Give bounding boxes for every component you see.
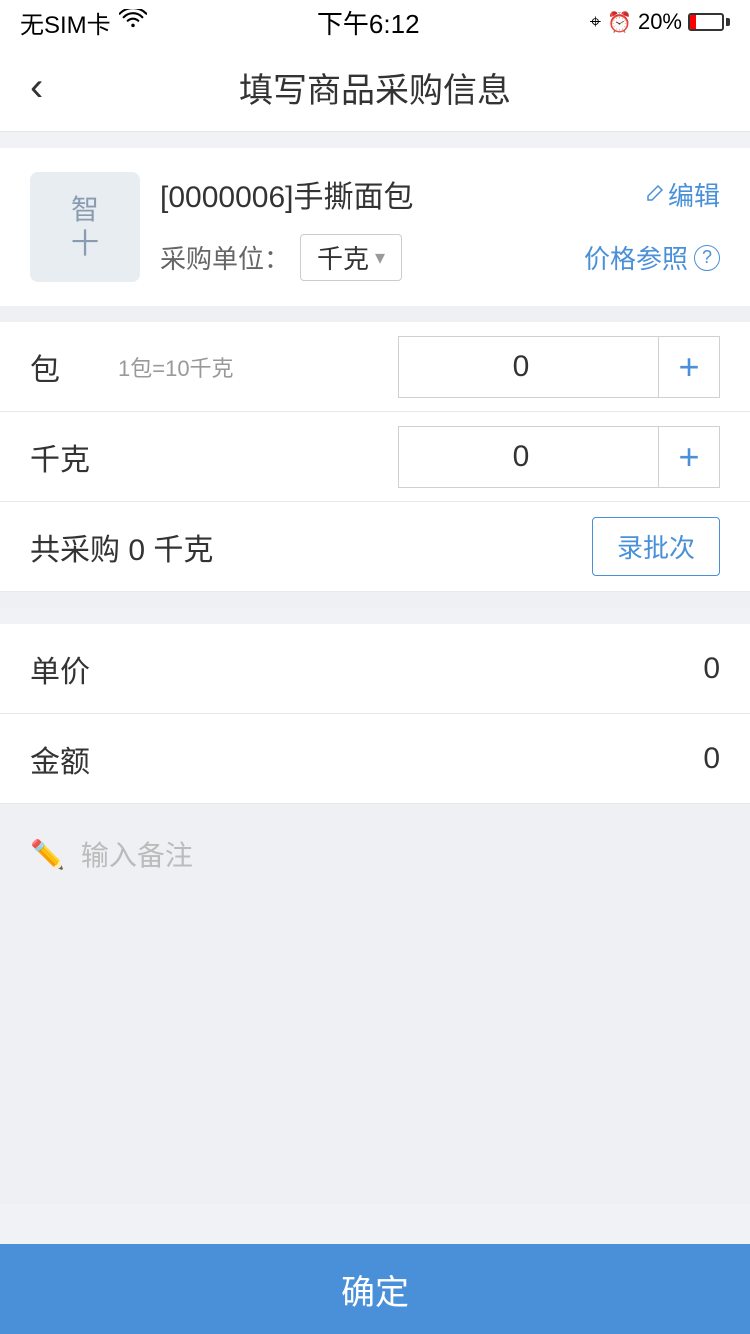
battery-icon xyxy=(688,13,730,31)
location-icon: ⌖ xyxy=(590,11,601,34)
input-section: 包 1包=10千克 + 千克 + 共采购 0 千克 录批次 xyxy=(0,322,750,592)
kg-row: 千克 + xyxy=(0,412,750,502)
status-bar-time: 下午6:12 xyxy=(317,4,420,41)
wifi-icon xyxy=(119,8,147,36)
remark-placeholder: 输入备注 xyxy=(81,834,193,874)
content-filler xyxy=(0,904,750,1204)
section-divider-1 xyxy=(0,306,750,322)
amount-row: 金额 0 xyxy=(0,714,750,804)
bao-input[interactable] xyxy=(398,336,658,398)
unit-price-label: 单价 xyxy=(30,647,90,691)
unit-label: 采购单位： xyxy=(160,239,290,276)
bao-sublabel: 1包=10千克 xyxy=(118,351,234,383)
amount-label: 金额 xyxy=(30,737,90,781)
bao-input-group: + xyxy=(398,336,720,398)
carrier-text: 无SIM卡 xyxy=(20,5,111,40)
summary-row: 共采购 0 千克 录批次 xyxy=(0,502,750,592)
batch-button[interactable]: 录批次 xyxy=(592,517,720,576)
product-logo: 智 十 xyxy=(71,193,99,260)
confirm-button[interactable]: 确定 xyxy=(0,1244,750,1334)
price-section: 单价 0 金额 0 xyxy=(0,624,750,804)
price-ref-button[interactable]: 价格参照 ? xyxy=(584,239,720,276)
back-button[interactable]: ‹ xyxy=(30,65,90,110)
product-info: [0000006]手撕面包 编辑 采购单位： 千克 ▾ 价格参照 ? xyxy=(160,172,720,281)
section-divider-2 xyxy=(0,592,750,608)
kg-plus-button[interactable]: + xyxy=(658,426,720,488)
pencil-icon: ✏️ xyxy=(30,838,65,871)
remark-section[interactable]: ✏️ 输入备注 xyxy=(0,804,750,904)
nav-bar: ‹ 填写商品采购信息 xyxy=(0,44,750,132)
alarm-icon: ⏰ xyxy=(607,10,632,35)
status-bar-right: ⌖ ⏰ 20% xyxy=(590,9,730,35)
page-title: 填写商品采购信息 xyxy=(239,63,511,112)
product-name: [0000006]手撕面包 xyxy=(160,172,413,216)
summary-text: 共采购 0 千克 xyxy=(30,525,213,569)
unit-price-value: 0 xyxy=(703,652,720,686)
bao-row: 包 1包=10千克 + xyxy=(0,322,750,412)
product-card: 智 十 [0000006]手撕面包 编辑 采购单位： 千克 ▾ 价格参照 xyxy=(0,148,750,306)
chevron-down-icon: ▾ xyxy=(375,245,385,270)
amount-value: 0 xyxy=(703,742,720,776)
kg-input-group: + xyxy=(398,426,720,488)
info-icon: ? xyxy=(694,245,720,271)
bao-plus-button[interactable]: + xyxy=(658,336,720,398)
unit-price-row: 单价 0 xyxy=(0,624,750,714)
status-bar-left: 无SIM卡 xyxy=(20,5,147,40)
product-thumbnail: 智 十 xyxy=(30,172,140,282)
battery-percent: 20% xyxy=(638,9,682,35)
bao-label: 包 xyxy=(30,345,110,389)
unit-select[interactable]: 千克 ▾ xyxy=(300,234,402,281)
confirm-button-label: 确定 xyxy=(341,1265,409,1314)
kg-label: 千克 xyxy=(30,435,110,479)
kg-input[interactable] xyxy=(398,426,658,488)
status-bar: 无SIM卡 下午6:12 ⌖ ⏰ 20% xyxy=(0,0,750,44)
edit-button[interactable]: 编辑 xyxy=(644,176,720,213)
